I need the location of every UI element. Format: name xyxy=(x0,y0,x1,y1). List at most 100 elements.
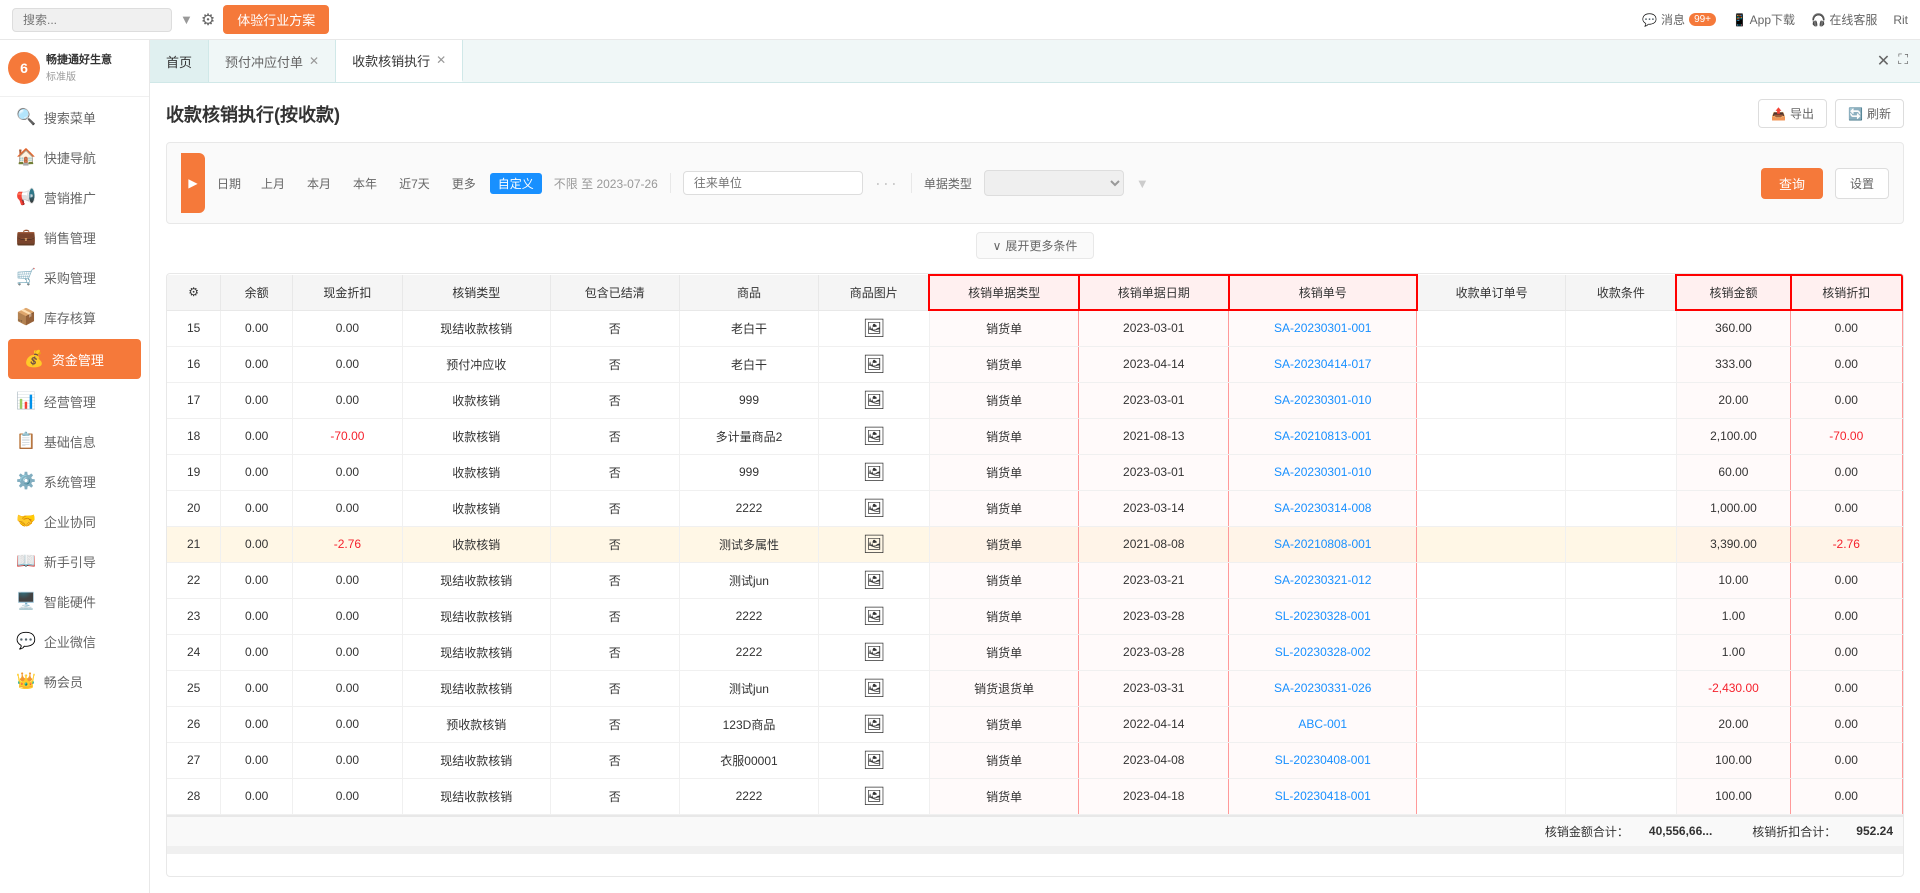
bill-no-link[interactable]: SA-20230321-012 xyxy=(1274,573,1371,587)
sidebar-item-inventory[interactable]: 📦 库存核算 xyxy=(0,297,149,337)
col-header-gear[interactable]: ⚙ xyxy=(167,275,221,310)
window-close-icon[interactable]: ✕ xyxy=(1877,51,1890,71)
filter-arrow-btn[interactable]: ▶ xyxy=(181,153,205,213)
date-btn-7days[interactable]: 近7天 xyxy=(391,173,438,194)
online-service[interactable]: 🎧 在线客服 xyxy=(1811,11,1877,28)
cell-cancel-bill-no[interactable]: SL-20230418-001 xyxy=(1229,778,1417,814)
tab-collection[interactable]: 收款核销执行 ✕ xyxy=(336,40,463,82)
app-download[interactable]: 📱 App下载 xyxy=(1732,11,1795,28)
cell-cancel-bill-no[interactable]: SL-20230328-002 xyxy=(1229,634,1417,670)
cell-cancel-bill-no[interactable]: SA-20230301-010 xyxy=(1229,382,1417,418)
expand-more-btn[interactable]: ∨ 展开更多条件 xyxy=(976,232,1095,259)
bill-no-link[interactable]: SA-20210813-001 xyxy=(1274,429,1371,443)
bill-no-link[interactable]: ABC-001 xyxy=(1298,717,1347,731)
horizontal-scrollbar[interactable] xyxy=(167,846,1903,854)
query-button[interactable]: 查询 xyxy=(1761,168,1823,199)
cell-cancel-bill-no[interactable]: SA-20230321-012 xyxy=(1229,562,1417,598)
cell-cancel-bill-no[interactable]: SA-20230331-026 xyxy=(1229,670,1417,706)
sidebar-item-search[interactable]: 🔍 搜索菜单 xyxy=(0,97,149,137)
hardware-icon: 🖥️ xyxy=(16,591,36,611)
cell-cancel-bill-no[interactable]: SA-20230301-001 xyxy=(1229,310,1417,346)
cell-cancel-bill-no[interactable]: SA-20210808-001 xyxy=(1229,526,1417,562)
search-input[interactable] xyxy=(12,8,172,32)
expand-label: 展开更多条件 xyxy=(1005,237,1077,254)
refresh-button[interactable]: 🔄 刷新 xyxy=(1835,99,1904,128)
basic-icon: 📋 xyxy=(16,431,36,451)
tab-prepay-close[interactable]: ✕ xyxy=(309,54,319,68)
cell-include-settled: 否 xyxy=(550,562,679,598)
home-icon: 🏠 xyxy=(16,147,36,167)
window-expand-icon[interactable]: ⛶ xyxy=(1898,51,1908,71)
cell-cancel-bill-no[interactable]: SA-20230414-017 xyxy=(1229,346,1417,382)
cell-cancel-bill-no[interactable]: SA-20210813-001 xyxy=(1229,418,1417,454)
cell-cancel-amount: 20.00 xyxy=(1676,706,1790,742)
cell-product-img: 🖼 xyxy=(819,526,930,562)
sidebar-label-finance: 资金管理 xyxy=(52,350,104,369)
cell-cancel-type: 预付冲应收 xyxy=(402,346,550,382)
sidebar-item-sales[interactable]: 💼 销售管理 xyxy=(0,217,149,257)
bill-no-link[interactable]: SL-20230408-001 xyxy=(1275,753,1371,767)
bill-no-link[interactable]: SA-20230301-001 xyxy=(1274,321,1371,335)
solution-button[interactable]: 体验行业方案 xyxy=(223,5,329,34)
message-area[interactable]: 💬 消息 99+ xyxy=(1642,11,1716,28)
sidebar-item-wechat[interactable]: 💬 企业微信 xyxy=(0,621,149,661)
sidebar-item-marketing[interactable]: 📢 营销推广 xyxy=(0,177,149,217)
cell-no: 19 xyxy=(167,454,221,490)
date-btn-last-month[interactable]: 上月 xyxy=(253,173,293,194)
cell-cancel-amount: -2,430.00 xyxy=(1676,670,1790,706)
cell-cancel-bill-no[interactable]: SA-20230314-008 xyxy=(1229,490,1417,526)
bill-no-link[interactable]: SA-20230414-017 xyxy=(1274,357,1371,371)
cell-no: 16 xyxy=(167,346,221,382)
date-btn-more[interactable]: 更多 xyxy=(444,173,484,194)
sidebar-item-operations[interactable]: 📊 经营管理 xyxy=(0,381,149,421)
setting-button[interactable]: 设置 xyxy=(1835,168,1889,199)
cell-cancel-discount: 0.00 xyxy=(1791,310,1903,346)
sidebar-item-enterprise[interactable]: 🤝 企业协同 xyxy=(0,501,149,541)
sidebar-item-system[interactable]: ⚙️ 系统管理 xyxy=(0,461,149,501)
cell-cancel-discount: 0.00 xyxy=(1791,706,1903,742)
bill-type-select[interactable] xyxy=(984,170,1124,196)
bill-no-link[interactable]: SA-20230301-010 xyxy=(1274,465,1371,479)
tab-bar: 首页 预付冲应付单 ✕ 收款核销执行 ✕ ✕ ⛶ xyxy=(150,40,1920,83)
sidebar-item-purchase[interactable]: 🛒 采购管理 xyxy=(0,257,149,297)
cell-collect-condition xyxy=(1566,418,1677,454)
export-button[interactable]: 📤 导出 xyxy=(1758,99,1827,128)
bill-no-link[interactable]: SA-20210808-001 xyxy=(1274,537,1371,551)
gear-icon[interactable]: ⚙ xyxy=(201,10,215,30)
bill-no-link[interactable]: SL-20230328-001 xyxy=(1275,609,1371,623)
cell-cancel-bill-no[interactable]: SL-20230408-001 xyxy=(1229,742,1417,778)
sidebar-item-member[interactable]: 👑 畅会员 xyxy=(0,661,149,701)
sidebar-item-basic[interactable]: 📋 基础信息 xyxy=(0,421,149,461)
cell-balance: 0.00 xyxy=(221,454,293,490)
cell-cancel-bill-no[interactable]: ABC-001 xyxy=(1229,706,1417,742)
cell-cancel-bill-no[interactable]: SL-20230328-001 xyxy=(1229,598,1417,634)
cell-balance: 0.00 xyxy=(221,490,293,526)
bill-no-link[interactable]: SA-20230331-026 xyxy=(1274,681,1371,695)
date-btn-custom[interactable]: 自定义 xyxy=(490,173,542,194)
bill-no-link[interactable]: SA-20230314-008 xyxy=(1274,501,1371,515)
unit-input[interactable] xyxy=(683,171,863,195)
cell-no: 15 xyxy=(167,310,221,346)
cell-product-img: 🖼 xyxy=(819,346,930,382)
sidebar-item-nav[interactable]: 🏠 快捷导航 xyxy=(0,137,149,177)
cell-cash-discount: 0.00 xyxy=(293,670,403,706)
sidebar-label-search: 搜索菜单 xyxy=(44,108,96,127)
sidebar-item-guide[interactable]: 📖 新手引导 xyxy=(0,541,149,581)
cell-cancel-bill-no[interactable]: SA-20230301-010 xyxy=(1229,454,1417,490)
page-actions: 📤 导出 🔄 刷新 xyxy=(1758,99,1904,128)
sidebar-item-hardware[interactable]: 🖥️ 智能硬件 xyxy=(0,581,149,621)
date-btn-this-year[interactable]: 本年 xyxy=(345,173,385,194)
date-btn-this-month[interactable]: 本月 xyxy=(299,173,339,194)
cell-product-img: 🖼 xyxy=(819,670,930,706)
tab-home[interactable]: 首页 xyxy=(150,40,209,82)
tab-prepay[interactable]: 预付冲应付单 ✕ xyxy=(209,40,336,82)
bill-no-link[interactable]: SL-20230418-001 xyxy=(1275,789,1371,803)
bill-no-link[interactable]: SA-20230301-010 xyxy=(1274,393,1371,407)
bill-no-link[interactable]: SL-20230328-002 xyxy=(1275,645,1371,659)
cell-product: 999 xyxy=(679,382,819,418)
unit-dots[interactable]: ··· xyxy=(875,173,899,194)
cell-product: 测试jun xyxy=(679,562,819,598)
sidebar-item-finance[interactable]: 💰 资金管理 xyxy=(8,339,141,379)
dropdown-icon[interactable]: ▼ xyxy=(180,12,193,27)
tab-collection-close[interactable]: ✕ xyxy=(436,53,446,67)
